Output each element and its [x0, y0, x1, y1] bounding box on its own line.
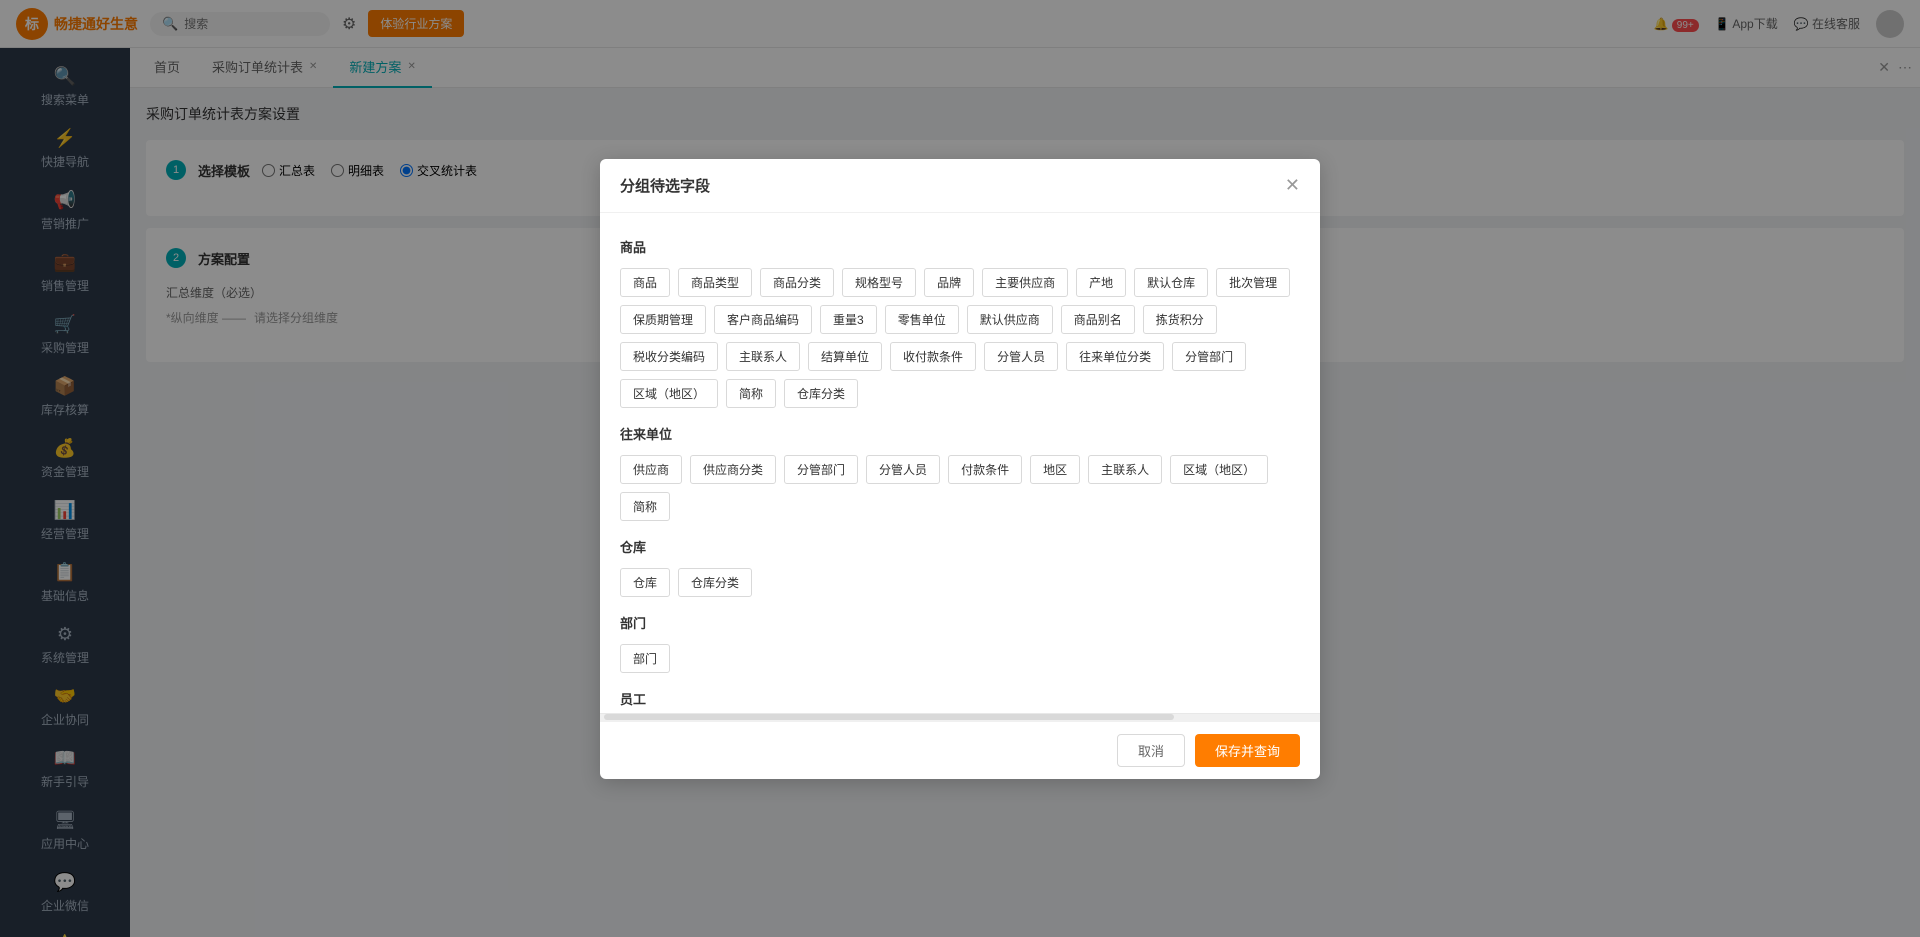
field-dept[interactable]: 分管部门 — [1172, 342, 1246, 371]
field-manager[interactable]: 分管人员 — [984, 342, 1058, 371]
field-partner-category[interactable]: 往来单位分类 — [1066, 342, 1164, 371]
section-partner-title: 往来单位 — [620, 424, 1300, 443]
field-supplier[interactable]: 供应商 — [620, 455, 682, 484]
modal-title: 分组待选字段 — [620, 175, 710, 196]
product-fields-grid: 商品 商品类型 商品分类 规格型号 品牌 主要供应商 产地 默认仓库 批次管理 … — [620, 268, 1300, 408]
field-expiry-mgmt[interactable]: 保质期管理 — [620, 305, 706, 334]
dept-fields-grid: 部门 — [620, 644, 1300, 673]
modal-horizontal-scroll[interactable] — [600, 713, 1320, 721]
field-pick-points[interactable]: 拣货积分 — [1143, 305, 1217, 334]
section-product-title: 商品 — [620, 237, 1300, 256]
partner-fields-grid: 供应商 供应商分类 分管部门 分管人员 付款条件 地区 主联系人 区域（地区） … — [620, 455, 1300, 521]
field-wh-category[interactable]: 仓库分类 — [784, 379, 858, 408]
field-area[interactable]: 地区 — [1030, 455, 1080, 484]
field-settlement-unit[interactable]: 结算单位 — [808, 342, 882, 371]
field-product-alias[interactable]: 商品别名 — [1061, 305, 1135, 334]
modal-header: 分组待选字段 ✕ — [600, 159, 1320, 213]
field-brand[interactable]: 品牌 — [924, 268, 974, 297]
modal-close-button[interactable]: ✕ — [1285, 175, 1300, 196]
field-short-name2[interactable]: 简称 — [620, 492, 670, 521]
field-mgmt-dept[interactable]: 分管部门 — [784, 455, 858, 484]
field-default-supplier[interactable]: 默认供应商 — [967, 305, 1053, 334]
section-warehouse-title: 仓库 — [620, 537, 1300, 556]
hscroll-thumb — [604, 714, 1174, 720]
field-batch-mgmt[interactable]: 批次管理 — [1216, 268, 1290, 297]
section-employee-title: 员工 — [620, 689, 1300, 708]
field-product[interactable]: 商品 — [620, 268, 670, 297]
modal-save-button[interactable]: 保存并查询 — [1195, 734, 1300, 767]
field-product-category[interactable]: 商品分类 — [760, 268, 834, 297]
field-weight3[interactable]: 重量3 — [820, 305, 877, 334]
modal-cancel-button[interactable]: 取消 — [1117, 734, 1185, 767]
field-supplier-category[interactable]: 供应商分类 — [690, 455, 776, 484]
field-origin[interactable]: 产地 — [1076, 268, 1126, 297]
field-mgmt-person[interactable]: 分管人员 — [866, 455, 940, 484]
field-default-warehouse[interactable]: 默认仓库 — [1134, 268, 1208, 297]
field-main-contact[interactable]: 主联系人 — [726, 342, 800, 371]
field-region[interactable]: 区域（地区） — [620, 379, 718, 408]
modal-body[interactable]: 商品 商品 商品类型 商品分类 规格型号 品牌 主要供应商 产地 默认仓库 批次… — [600, 213, 1320, 713]
field-customer-code[interactable]: 客户商品编码 — [714, 305, 812, 334]
field-payment-terms[interactable]: 收付款条件 — [890, 342, 976, 371]
warehouse-fields-grid: 仓库 仓库分类 — [620, 568, 1300, 597]
modal-footer: 取消 保存并查询 — [600, 721, 1320, 779]
field-warehouse[interactable]: 仓库 — [620, 568, 670, 597]
field-region2[interactable]: 区域（地区） — [1170, 455, 1268, 484]
field-main-supplier[interactable]: 主要供应商 — [982, 268, 1068, 297]
field-retail-unit[interactable]: 零售单位 — [885, 305, 959, 334]
field-short-name[interactable]: 简称 — [726, 379, 776, 408]
modal-dialog: 分组待选字段 ✕ 商品 商品 商品类型 商品分类 规格型号 品牌 主要供应商 产… — [600, 159, 1320, 779]
section-dept-title: 部门 — [620, 613, 1300, 632]
field-tax-code[interactable]: 税收分类编码 — [620, 342, 718, 371]
field-main-contact2[interactable]: 主联系人 — [1088, 455, 1162, 484]
field-warehouse-cat[interactable]: 仓库分类 — [678, 568, 752, 597]
field-product-type[interactable]: 商品类型 — [678, 268, 752, 297]
field-pay-terms[interactable]: 付款条件 — [948, 455, 1022, 484]
field-department[interactable]: 部门 — [620, 644, 670, 673]
modal-overlay: 分组待选字段 ✕ 商品 商品 商品类型 商品分类 规格型号 品牌 主要供应商 产… — [0, 0, 1920, 937]
field-spec-model[interactable]: 规格型号 — [842, 268, 916, 297]
